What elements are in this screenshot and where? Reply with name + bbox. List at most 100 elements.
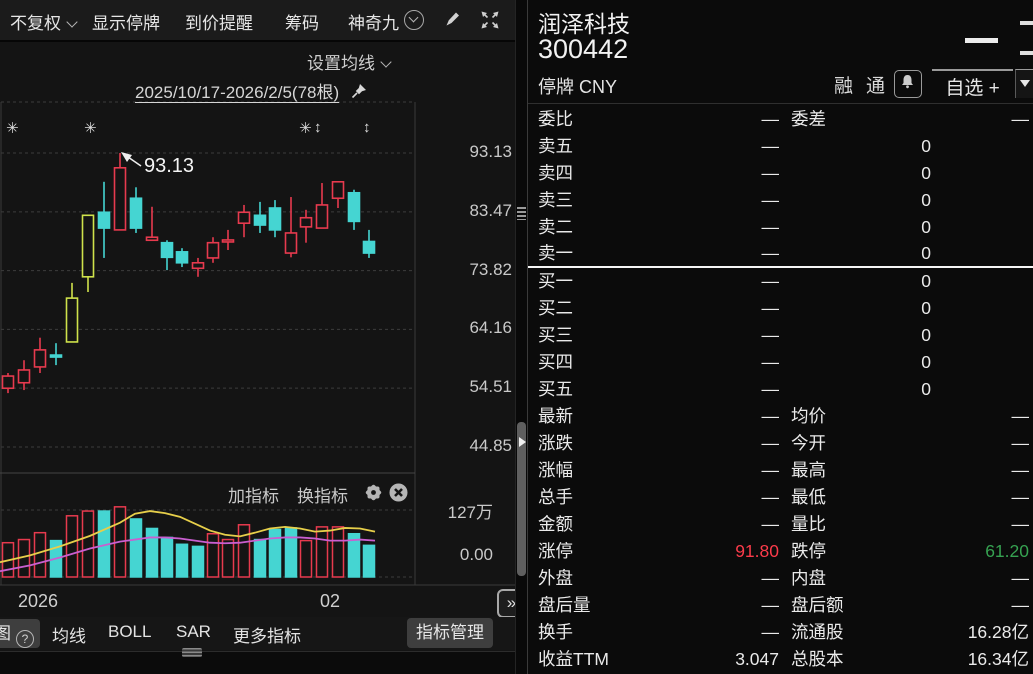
volume-bar xyxy=(317,527,328,577)
volume-bar xyxy=(208,534,219,577)
quote-qty: 0 xyxy=(528,133,931,160)
quote-value: — xyxy=(528,565,1029,592)
price-tick: 54.51 xyxy=(430,377,512,397)
tab-boll[interactable]: BOLL xyxy=(108,622,151,642)
quote-row: 外盘—内盘— xyxy=(528,565,1033,592)
quote-value: 16.34亿 xyxy=(528,646,1029,673)
candle xyxy=(239,212,250,223)
volume-bar xyxy=(364,545,375,577)
candle xyxy=(51,355,62,357)
candle xyxy=(364,241,375,253)
candle xyxy=(349,193,360,222)
date-range-label: 2025/10/17-2026/2/5(78根) xyxy=(135,83,339,102)
quote-row: 卖三—0 xyxy=(528,187,1033,214)
volume-bar xyxy=(286,528,297,577)
candle xyxy=(177,252,188,263)
connect-badge: 通 xyxy=(866,71,885,98)
volume-max-label: 127万 xyxy=(424,498,493,523)
quote-row: 总手—最低— xyxy=(528,484,1033,511)
quote-value: — xyxy=(528,511,1029,538)
price-placeholder xyxy=(965,38,998,43)
quote-value: — xyxy=(528,457,1029,484)
date-range[interactable]: 2025/10/17-2026/2/5(78根) xyxy=(135,78,368,103)
candle xyxy=(19,370,30,383)
tab-more-indicators[interactable]: 更多指标 xyxy=(233,622,301,647)
snowflake-marker-icon: ✳ xyxy=(299,119,312,137)
header-divider xyxy=(528,103,1033,104)
quote-row: 金额—量比— xyxy=(528,511,1033,538)
indicator-manage-button[interactable]: 指标管理 xyxy=(407,618,493,648)
candle xyxy=(67,298,78,342)
price-tick: 83.47 xyxy=(430,201,512,221)
bottom-strip xyxy=(0,652,515,674)
updown-arrow-icon: ↕ xyxy=(314,119,322,136)
snowflake-marker-icon: ✳ xyxy=(6,119,19,137)
add-indicator-button[interactable]: 加指标 xyxy=(228,482,279,507)
chevron-down-icon xyxy=(380,56,391,67)
quote-qty: 0 xyxy=(528,349,931,376)
quote-qty: 0 xyxy=(528,187,931,214)
volume-bar xyxy=(239,525,250,577)
indicator-toolbar: 图? 均线 BOLL SAR 更多指标 指标管理 xyxy=(0,617,515,650)
price-tick: 64.16 xyxy=(430,318,512,338)
x-tick-month: 02 xyxy=(320,591,340,612)
quote-qty: 0 xyxy=(528,295,931,322)
expand-arrow-icon[interactable] xyxy=(519,437,526,447)
volume-bar xyxy=(162,537,173,577)
volume-bar xyxy=(270,530,281,577)
quote-row: 卖五—0 xyxy=(528,133,1033,160)
quote-value: — xyxy=(528,484,1029,511)
change-pct-placeholder xyxy=(1020,51,1033,55)
quote-qty: 0 xyxy=(528,160,931,187)
volume-bar xyxy=(147,528,158,577)
quote-value: — xyxy=(528,430,1029,457)
drag-grip-icon[interactable] xyxy=(517,207,526,220)
volume-min-label: 0.00 xyxy=(424,545,493,565)
quote-row: 委比—委差— xyxy=(528,106,1033,133)
tab-ma[interactable]: 均线 xyxy=(52,622,86,647)
close-icon[interactable] xyxy=(389,483,408,502)
gear-icon[interactable] xyxy=(364,483,383,502)
candle xyxy=(301,218,312,227)
price-tick: 44.85 xyxy=(430,436,512,456)
bell-icon xyxy=(898,72,923,97)
quote-row: 最新—均价— xyxy=(528,403,1033,430)
quote-row: 买一—0 xyxy=(528,268,1033,295)
candle xyxy=(286,233,297,253)
alert-bell-button[interactable] xyxy=(894,70,922,98)
chart-type-button[interactable]: 图? xyxy=(0,619,40,648)
watchlist-dropdown[interactable] xyxy=(1015,69,1033,98)
chart-type-label: 图 xyxy=(0,624,11,643)
quote-qty: 0 xyxy=(528,322,931,349)
high-annotation: 93.13 xyxy=(144,155,194,178)
switch-indicator-button[interactable]: 换指标 xyxy=(297,482,348,507)
price-tick: 93.13 xyxy=(430,142,512,162)
watchlist-topline xyxy=(932,69,1013,71)
quote-row: 盘后量—盘后额— xyxy=(528,592,1033,619)
quote-value: 61.20 xyxy=(528,538,1029,565)
ma-setting-label: 设置均线 xyxy=(307,54,375,73)
quote-row: 涨停91.80跌停61.20 xyxy=(528,538,1033,565)
quote-row: 卖一—0 xyxy=(528,241,1033,268)
stock-code: 300442 xyxy=(538,34,628,65)
quote-value: — xyxy=(528,592,1029,619)
add-watchlist-button[interactable]: 自选 + xyxy=(932,73,1013,100)
quote-qty: 0 xyxy=(528,241,931,266)
candle xyxy=(162,243,173,258)
resize-handle[interactable] xyxy=(182,648,202,657)
candle xyxy=(270,208,281,230)
quote-rows: 委比—委差—卖五—0卖四—0卖三—0卖二—0卖一—0买一—0买二—0买三—0买四… xyxy=(528,106,1033,673)
ma-setting-button[interactable]: 设置均线 xyxy=(307,49,390,74)
quote-row: 买三—0 xyxy=(528,322,1033,349)
change-placeholder xyxy=(1020,21,1033,25)
help-icon[interactable]: ? xyxy=(16,630,34,648)
tab-sar[interactable]: SAR xyxy=(176,622,211,642)
margin-badge: 融 xyxy=(834,71,853,98)
volume-bar xyxy=(333,527,344,577)
volume-bar xyxy=(35,533,46,577)
chart-section: 不复权 显示停牌 到价提醒 筹码 神奇九 设置均线 2025/10/17-202… xyxy=(0,0,515,674)
quote-row: 卖四—0 xyxy=(528,160,1033,187)
candle xyxy=(3,376,14,388)
quote-qty: 0 xyxy=(528,376,931,403)
volume-bar xyxy=(177,544,188,577)
